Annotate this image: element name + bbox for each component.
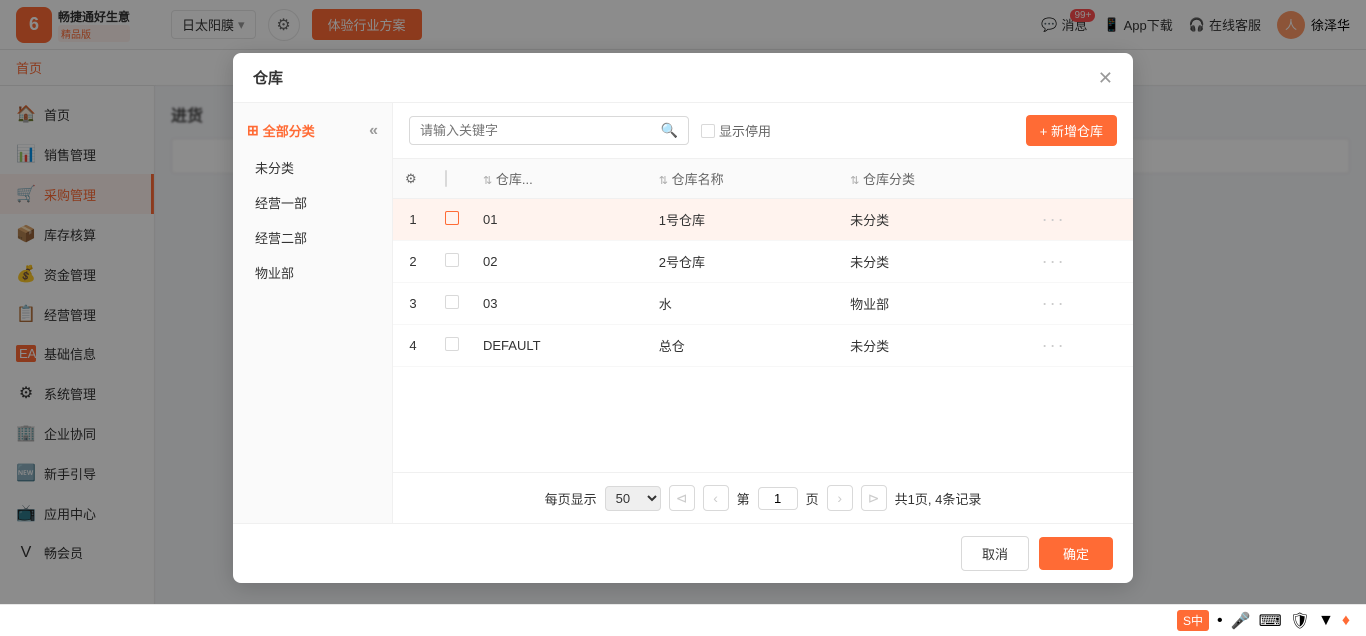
row-checkbox-cell xyxy=(433,199,471,241)
row-code: 03 xyxy=(471,283,647,325)
row-num: 2 xyxy=(393,241,433,283)
category-header: ⊞ 全部分类 « xyxy=(233,115,392,150)
row-num: 3 xyxy=(393,283,433,325)
add-warehouse-button[interactable]: + 新增仓库 xyxy=(1026,115,1117,146)
row-num: 4 xyxy=(393,325,433,367)
category-item-unclassified[interactable]: 未分类 xyxy=(233,150,392,185)
table-row[interactable]: 1 01 1号仓库 未分类 ··· xyxy=(393,199,1133,241)
page-label-after: 页 xyxy=(806,489,819,508)
confirm-button[interactable]: 确定 xyxy=(1039,537,1113,570)
modal-close-button[interactable]: ✕ xyxy=(1098,69,1113,87)
col-checkbox-header xyxy=(433,159,471,199)
modal-footer: 取消 确定 xyxy=(233,523,1133,583)
search-box: 🔍 xyxy=(409,116,689,145)
settings-icon[interactable]: ⚙ xyxy=(405,171,417,186)
row-checkbox[interactable] xyxy=(445,295,459,309)
warehouse-table: ⚙ ⇅ 仓库... ⇅ xyxy=(393,159,1133,367)
diamond-icon: ♦ xyxy=(1342,612,1350,630)
modal-overlay: 仓库 ✕ ⊞ 全部分类 « 未分类 经营一部 经营二部 物业部 xyxy=(0,0,1366,636)
row-category: 未分类 xyxy=(838,241,1029,283)
per-page-select[interactable]: 50 100 xyxy=(605,486,661,511)
search-icon[interactable]: 🔍 xyxy=(661,122,678,139)
row-category: 未分类 xyxy=(838,325,1029,367)
modal-title: 仓库 xyxy=(253,67,283,88)
dot-icon: • xyxy=(1217,612,1223,630)
row-more[interactable]: ··· xyxy=(1030,199,1133,241)
table-row[interactable]: 3 03 水 物业部 ··· xyxy=(393,283,1133,325)
row-more[interactable]: ··· xyxy=(1030,241,1133,283)
warehouse-modal: 仓库 ✕ ⊞ 全部分类 « 未分类 经营一部 经营二部 物业部 xyxy=(233,53,1133,583)
row-name: 1号仓库 xyxy=(647,199,838,241)
row-code: 02 xyxy=(471,241,647,283)
table-body: 1 01 1号仓库 未分类 ··· 2 02 2号仓库 未分类 ··· 3 03… xyxy=(393,199,1133,367)
col-category-header: ⇅ 仓库分类 xyxy=(838,159,1029,199)
grid-icon: ⊞ xyxy=(247,122,259,139)
col-num: ⚙ xyxy=(393,159,433,199)
table-toolbar: 🔍 显示停用 + 新增仓库 xyxy=(393,103,1133,159)
cancel-button[interactable]: 取消 xyxy=(961,536,1029,571)
col-actions-header xyxy=(1030,159,1133,199)
category-item-dept1[interactable]: 经营一部 xyxy=(233,185,392,220)
prev-page-button[interactable]: ‹ xyxy=(703,485,729,511)
row-more[interactable]: ··· xyxy=(1030,325,1133,367)
more-icon[interactable]: ··· xyxy=(1042,251,1066,271)
page-label-before: 第 xyxy=(737,489,750,508)
row-checkbox[interactable] xyxy=(445,211,459,225)
row-category: 物业部 xyxy=(838,283,1029,325)
row-category: 未分类 xyxy=(838,199,1029,241)
row-num: 1 xyxy=(393,199,433,241)
table-container: ⚙ ⇅ 仓库... ⇅ xyxy=(393,159,1133,472)
select-all-checkbox[interactable] xyxy=(445,170,447,187)
row-checkbox-cell xyxy=(433,325,471,367)
table-panel: 🔍 显示停用 + 新增仓库 ⚙ xyxy=(393,103,1133,523)
disabled-checkbox[interactable] xyxy=(701,124,715,138)
collapse-button[interactable]: « xyxy=(369,122,378,140)
pagination-bar: 每页显示 50 100 ⊲ ‹ 第 页 › ⊳ 共1页, 4条记录 xyxy=(393,472,1133,523)
mic-icon[interactable]: 🎤 xyxy=(1231,611,1251,631)
modal-header: 仓库 ✕ xyxy=(233,53,1133,103)
category-item-property[interactable]: 物业部 xyxy=(233,255,392,290)
down-arrow-icon[interactable]: ▼ xyxy=(1318,612,1334,630)
per-page-label: 每页显示 xyxy=(545,489,597,508)
row-checkbox[interactable] xyxy=(445,337,459,351)
row-name: 总仓 xyxy=(647,325,838,367)
total-label: 共1页, 4条记录 xyxy=(895,489,982,508)
col-code-header: ⇅ 仓库... xyxy=(471,159,647,199)
more-icon[interactable]: ··· xyxy=(1042,209,1066,229)
keyboard-icon[interactable]: ⌨ xyxy=(1259,611,1282,631)
table-header-row: ⚙ ⇅ 仓库... ⇅ xyxy=(393,159,1133,199)
last-page-button[interactable]: ⊳ xyxy=(861,485,887,511)
row-name: 2号仓库 xyxy=(647,241,838,283)
row-code: DEFAULT xyxy=(471,325,647,367)
col-name-header: ⇅ 仓库名称 xyxy=(647,159,838,199)
status-bar: S中 • 🎤 ⌨ 🛡 ▼ ♦ xyxy=(0,604,1366,636)
more-icon[interactable]: ··· xyxy=(1042,335,1066,355)
search-input[interactable] xyxy=(420,123,655,138)
category-panel: ⊞ 全部分类 « 未分类 经营一部 经营二部 物业部 xyxy=(233,103,393,523)
table-row[interactable]: 4 DEFAULT 总仓 未分类 ··· xyxy=(393,325,1133,367)
row-checkbox-cell xyxy=(433,283,471,325)
row-more[interactable]: ··· xyxy=(1030,283,1133,325)
table-row[interactable]: 2 02 2号仓库 未分类 ··· xyxy=(393,241,1133,283)
row-checkbox-cell xyxy=(433,241,471,283)
first-page-button[interactable]: ⊲ xyxy=(669,485,695,511)
row-name: 水 xyxy=(647,283,838,325)
category-item-dept2[interactable]: 经营二部 xyxy=(233,220,392,255)
ime-status[interactable]: S中 xyxy=(1177,610,1209,631)
show-disabled-checkbox[interactable]: 显示停用 xyxy=(701,121,771,140)
row-code: 01 xyxy=(471,199,647,241)
shield-icon[interactable]: 🛡 xyxy=(1290,611,1310,631)
next-page-button[interactable]: › xyxy=(827,485,853,511)
row-checkbox[interactable] xyxy=(445,253,459,267)
modal-body: ⊞ 全部分类 « 未分类 经营一部 经营二部 物业部 🔍 xyxy=(233,103,1133,523)
more-icon[interactable]: ··· xyxy=(1042,293,1066,313)
page-input[interactable] xyxy=(758,487,798,510)
